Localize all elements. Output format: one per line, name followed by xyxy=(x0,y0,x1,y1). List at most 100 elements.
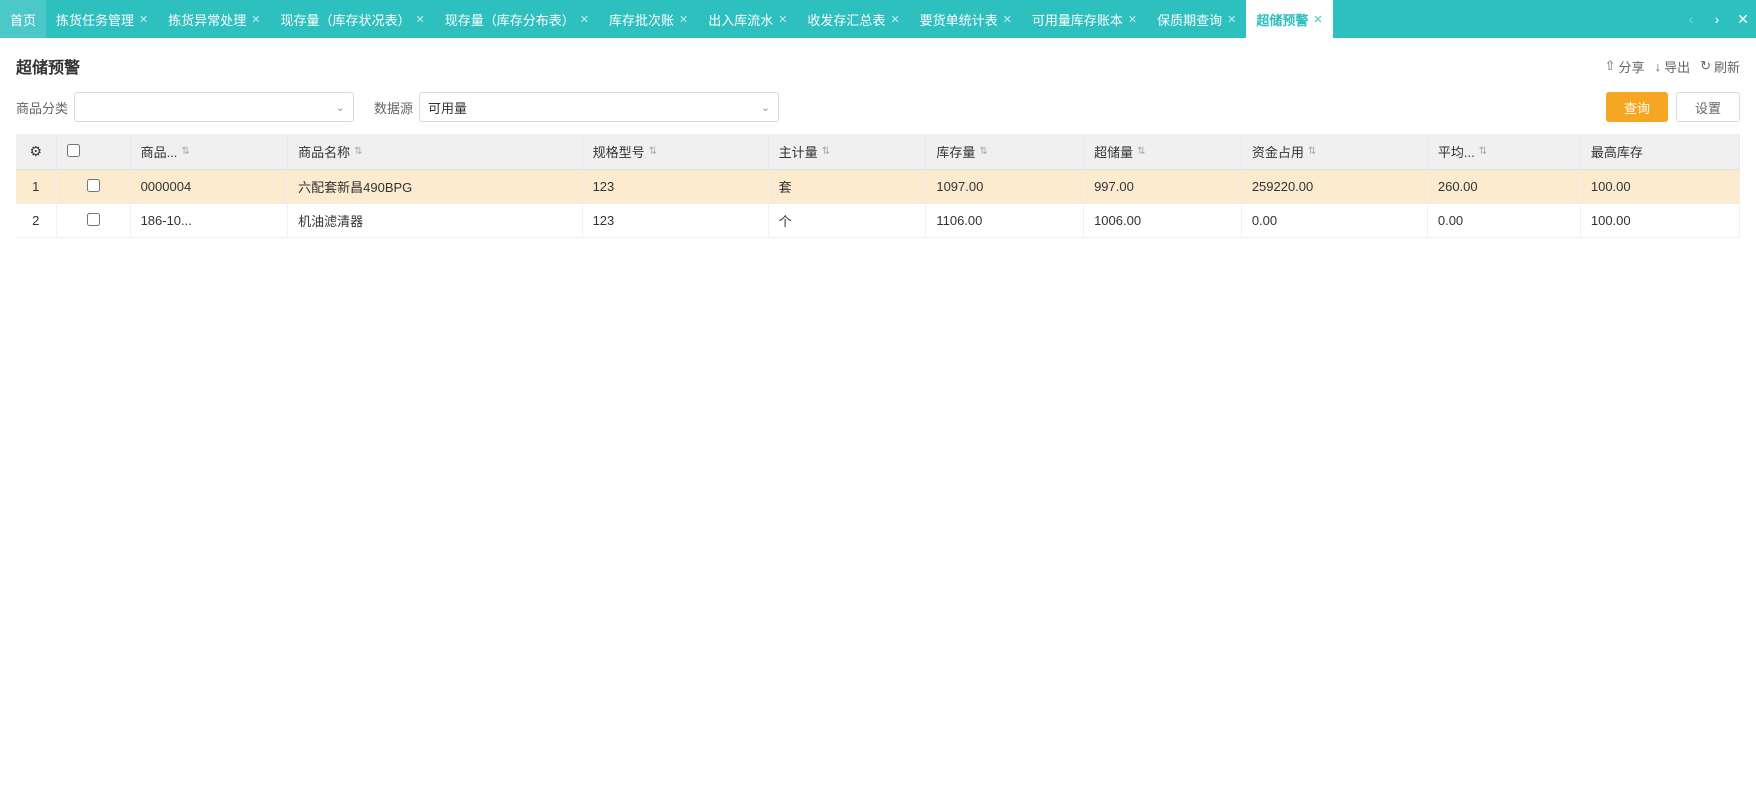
nav-label-stock-status: 现存量（库存状况表） xyxy=(280,10,410,29)
gear-icon[interactable]: ⚙ xyxy=(29,143,42,159)
sort-icon: ⇅ xyxy=(1479,146,1487,157)
share-icon: ⇧ xyxy=(1605,58,1616,74)
th-unit[interactable]: 主计量 ⇅ xyxy=(768,134,926,170)
max-stock-cell: 100.00 xyxy=(1580,170,1739,204)
row-num: 2 xyxy=(16,204,56,238)
col-label-max-stock: 最高库存 xyxy=(1591,145,1643,160)
nav-arrow-right[interactable]: › xyxy=(1704,0,1730,38)
overstock-cell: 997.00 xyxy=(1084,170,1242,204)
refresh-icon: ↻ xyxy=(1700,58,1711,74)
close-icon[interactable]: ✕ xyxy=(251,13,260,26)
table-body: 10000004六配套新昌490BPG123套1097.00997.002592… xyxy=(16,170,1740,238)
col-label-unit: 主计量 xyxy=(779,142,818,161)
close-icon[interactable]: ✕ xyxy=(778,13,787,26)
th-gear[interactable]: ⚙ xyxy=(16,134,56,170)
nav-label-overstock: 超储预警 xyxy=(1256,10,1308,29)
col-label-capital: 资金占用 xyxy=(1252,142,1304,161)
product-code-cell: 186-10... xyxy=(130,204,288,238)
sort-icon: ⇅ xyxy=(181,146,189,157)
avg-cell: 0.00 xyxy=(1427,204,1580,238)
stock-cell: 1106.00 xyxy=(926,204,1084,238)
nav-item-req-stat[interactable]: 要货单统计表 ✕ xyxy=(910,0,1022,38)
nav-item-stock-status[interactable]: 现存量（库存状况表） ✕ xyxy=(270,0,434,38)
category-select[interactable]: ⌄ xyxy=(74,92,354,122)
datasource-label: 数据源 xyxy=(374,98,413,117)
close-icon[interactable]: ✕ xyxy=(139,13,148,26)
datasource-filter-group: 数据源 可用量 ⌄ xyxy=(374,92,779,122)
nav-label-req-stat: 要货单统计表 xyxy=(920,10,998,29)
sort-icon: ⇅ xyxy=(1308,146,1316,157)
nav-item-inout-flow[interactable]: 出入库流水 ✕ xyxy=(698,0,797,38)
close-icon[interactable]: ✕ xyxy=(1227,13,1236,26)
share-button[interactable]: ⇧ 分享 xyxy=(1605,57,1645,76)
nav-label-home: 首页 xyxy=(10,10,36,29)
checkbox-cell[interactable] xyxy=(56,204,130,238)
nav-item-overstock[interactable]: 超储预警 ✕ xyxy=(1246,0,1332,38)
nav-label-stock-dist: 现存量（库存分布表） xyxy=(445,10,575,29)
close-icon[interactable]: ✕ xyxy=(580,13,589,26)
close-icon[interactable]: ✕ xyxy=(890,13,899,26)
refresh-label: 刷新 xyxy=(1714,57,1740,76)
close-icon[interactable]: ✕ xyxy=(1313,13,1322,26)
col-label-stock: 库存量 xyxy=(936,142,975,161)
unit-cell: 个 xyxy=(768,204,926,238)
th-stock[interactable]: 库存量 ⇅ xyxy=(926,134,1084,170)
nav-item-home[interactable]: 首页 xyxy=(0,0,46,38)
nav-arrows: ‹ › ✕ xyxy=(1678,0,1756,38)
nav-item-avail-book[interactable]: 可用量库存账本 ✕ xyxy=(1022,0,1147,38)
close-icon[interactable]: ✕ xyxy=(1128,13,1137,26)
page-title: 超储预警 xyxy=(16,54,80,78)
nav-item-stock-dist[interactable]: 现存量（库存分布表） ✕ xyxy=(435,0,599,38)
col-label-spec: 规格型号 xyxy=(593,142,645,161)
sort-icon: ⇅ xyxy=(1137,146,1145,157)
nav-item-task-mgmt[interactable]: 拣货任务管理 ✕ xyxy=(46,0,158,38)
capital-cell: 0.00 xyxy=(1241,204,1427,238)
nav-item-batch[interactable]: 库存批次账 ✕ xyxy=(599,0,698,38)
col-label-overstock: 超储量 xyxy=(1094,142,1133,161)
th-avg[interactable]: 平均... ⇅ xyxy=(1427,134,1580,170)
close-icon[interactable]: ✕ xyxy=(416,13,425,26)
unit-cell: 套 xyxy=(768,170,926,204)
th-product-code[interactable]: 商品... ⇅ xyxy=(130,134,288,170)
close-icon[interactable]: ✕ xyxy=(679,13,688,26)
nav-label-abnormal: 拣货异常处理 xyxy=(168,10,246,29)
settings-button[interactable]: 设置 xyxy=(1676,92,1740,122)
close-icon[interactable]: ✕ xyxy=(1003,13,1012,26)
th-capital[interactable]: 资金占用 ⇅ xyxy=(1241,134,1427,170)
nav-item-quality-check[interactable]: 保质期查询 ✕ xyxy=(1147,0,1246,38)
th-overstock[interactable]: 超储量 ⇅ xyxy=(1084,134,1242,170)
datasource-value: 可用量 xyxy=(428,98,467,117)
export-button[interactable]: ↓ 导出 xyxy=(1655,57,1691,76)
product-name-cell: 机油滤清器 xyxy=(288,204,582,238)
datasource-select[interactable]: 可用量 ⌄ xyxy=(419,92,779,122)
select-all-checkbox[interactable] xyxy=(67,144,80,157)
query-button[interactable]: 查询 xyxy=(1606,92,1668,122)
max-stock-cell: 100.00 xyxy=(1580,204,1739,238)
row-checkbox[interactable] xyxy=(87,213,100,226)
th-max-stock: 最高库存 xyxy=(1580,134,1739,170)
refresh-button[interactable]: ↻ 刷新 xyxy=(1700,57,1740,76)
nav-label-collect: 收发存汇总表 xyxy=(807,10,885,29)
nav-arrow-close[interactable]: ✕ xyxy=(1730,0,1756,38)
sort-icon: ⇅ xyxy=(822,146,830,157)
sort-icon: ⇅ xyxy=(354,146,362,157)
filter-row: 商品分类 ⌄ 数据源 可用量 ⌄ 查询 设置 xyxy=(16,92,1740,122)
table-row: 10000004六配套新昌490BPG123套1097.00997.002592… xyxy=(16,170,1740,204)
nav-label-avail-book: 可用量库存账本 xyxy=(1032,10,1123,29)
sort-icon: ⇅ xyxy=(979,146,987,157)
nav-item-collect[interactable]: 收发存汇总表 ✕ xyxy=(797,0,909,38)
export-icon: ↓ xyxy=(1655,59,1662,74)
nav-arrow-left[interactable]: ‹ xyxy=(1678,0,1704,38)
table-header: ⚙ 商品... ⇅ 商品名称 ⇅ xyxy=(16,134,1740,170)
th-product-name[interactable]: 商品名称 ⇅ xyxy=(288,134,582,170)
row-checkbox[interactable] xyxy=(87,179,100,192)
col-label-avg: 平均... xyxy=(1438,142,1475,161)
checkbox-cell[interactable] xyxy=(56,170,130,204)
export-label: 导出 xyxy=(1664,57,1690,76)
top-navigation: 首页 拣货任务管理 ✕ 拣货异常处理 ✕ 现存量（库存状况表） ✕ 现存量（库存… xyxy=(0,0,1756,38)
th-checkbox xyxy=(56,134,130,170)
overstock-cell: 1006.00 xyxy=(1084,204,1242,238)
nav-item-abnormal[interactable]: 拣货异常处理 ✕ xyxy=(158,0,270,38)
chevron-down-icon: ⌄ xyxy=(336,101,345,114)
th-spec[interactable]: 规格型号 ⇅ xyxy=(582,134,768,170)
